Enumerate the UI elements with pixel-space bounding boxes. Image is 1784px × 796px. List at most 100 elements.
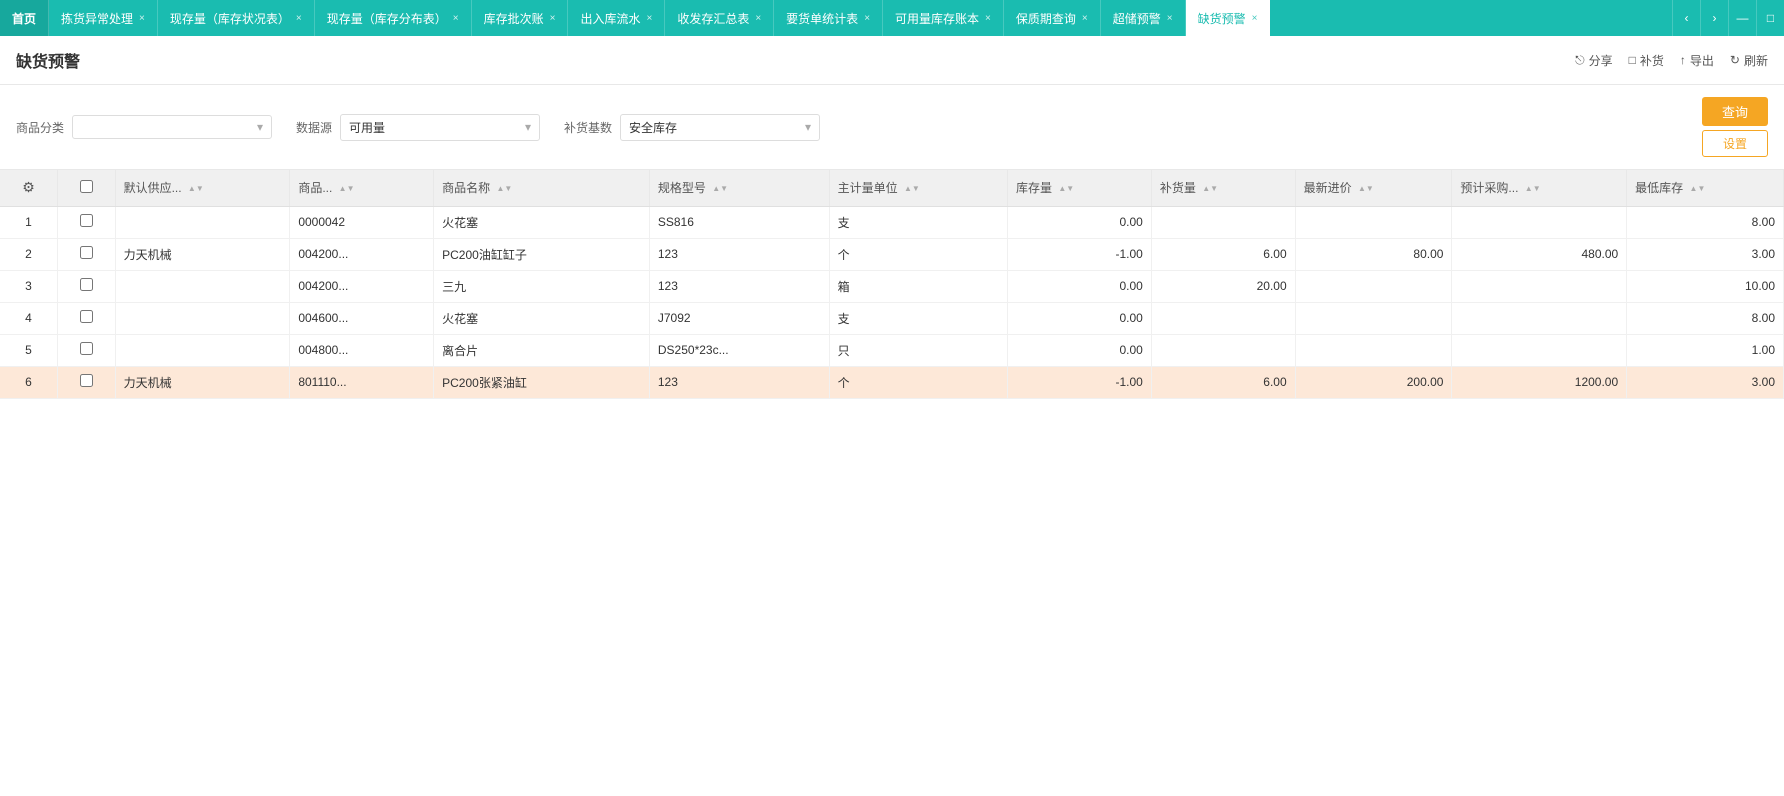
row-checkbox-2[interactable] xyxy=(80,278,93,291)
td-plan-purchase: 1200.00 xyxy=(1452,366,1627,398)
tab-avail-book[interactable]: 可用量库存账本× xyxy=(883,0,1004,36)
td-name: 火花塞 xyxy=(434,206,650,238)
settings-button[interactable]: 设置 xyxy=(1702,130,1768,157)
row-checkbox-0[interactable] xyxy=(80,214,93,227)
minstock-sort-icon[interactable]: ▲▼ xyxy=(1690,185,1706,193)
tab-pick-error[interactable]: 拣货异常处理× xyxy=(49,0,158,36)
page-header: 缺货预警 ⎋ 分享 □ 补货 ↑ 导出 ↻ 刷新 xyxy=(0,36,1784,85)
td-checkbox xyxy=(58,302,116,334)
spec-sort-icon[interactable]: ▲▼ xyxy=(712,185,728,193)
td-stock: 0.00 xyxy=(1008,270,1152,302)
tab-prev-button[interactable]: ‹ xyxy=(1672,0,1700,36)
td-supplier xyxy=(115,206,290,238)
th-plan-purchase: 预计采购... ▲▼ xyxy=(1452,170,1627,206)
export-icon: ↑ xyxy=(1680,53,1686,67)
td-supplier: 力天机械 xyxy=(115,366,290,398)
tab-label-shortage: 缺货预警 xyxy=(1198,10,1246,27)
td-code: 004200... xyxy=(290,270,434,302)
code-sort-icon[interactable]: ▲▼ xyxy=(339,185,355,193)
th-checkbox[interactable] xyxy=(58,170,116,206)
td-unit: 个 xyxy=(829,366,1007,398)
table-row: 6力天机械801110...PC200张紧油缸123个-1.006.00200.… xyxy=(0,366,1784,398)
query-button[interactable]: 查询 xyxy=(1702,97,1768,126)
td-spec: DS250*23c... xyxy=(649,334,829,366)
row-checkbox-5[interactable] xyxy=(80,374,93,387)
datasource-chevron-icon: ▾ xyxy=(525,120,531,134)
tab-close-pick-error[interactable]: × xyxy=(139,13,145,24)
tab-close-inv-flow[interactable]: × xyxy=(646,13,652,24)
td-seq: 3 xyxy=(0,270,58,302)
td-code: 004200... xyxy=(290,238,434,270)
price-sort-icon[interactable]: ▲▼ xyxy=(1358,185,1374,193)
td-code: 004600... xyxy=(290,302,434,334)
table-row: 3004200...三九123箱0.0020.0010.00 xyxy=(0,270,1784,302)
th-settings[interactable]: ⚙ xyxy=(0,170,58,206)
tab-close-avail-book[interactable]: × xyxy=(985,13,991,24)
tab-close-inv-batch[interactable]: × xyxy=(550,13,556,24)
name-sort-icon[interactable]: ▲▼ xyxy=(497,185,513,193)
tab-maximize-button[interactable]: □ xyxy=(1756,0,1784,36)
stock-sort-icon[interactable]: ▲▼ xyxy=(1058,185,1074,193)
td-supplier xyxy=(115,270,290,302)
td-latest-price: 200.00 xyxy=(1295,366,1452,398)
td-spec: J7092 xyxy=(649,302,829,334)
td-seq: 1 xyxy=(0,206,58,238)
replenish-sort-icon[interactable]: ▲▼ xyxy=(1202,185,1218,193)
tab-shortage[interactable]: 缺货预警 × xyxy=(1186,0,1271,36)
th-supplier: 默认供应... ▲▼ xyxy=(115,170,290,206)
datasource-select[interactable]: 可用量 ▾ xyxy=(340,114,540,141)
tab-close-order-stat[interactable]: × xyxy=(864,13,870,24)
refresh-button[interactable]: ↻ 刷新 xyxy=(1730,52,1768,69)
tab-close-overstock[interactable]: × xyxy=(1167,13,1173,24)
td-code: 0000042 xyxy=(290,206,434,238)
td-plan-purchase xyxy=(1452,334,1627,366)
th-replenish: 补货量 ▲▼ xyxy=(1151,170,1295,206)
table-row: 2力天机械004200...PC200油缸缸子123个-1.006.0080.0… xyxy=(0,238,1784,270)
tab-home[interactable]: 首页 xyxy=(0,0,49,36)
select-all-checkbox[interactable] xyxy=(80,180,93,193)
tab-close-recv-sum[interactable]: × xyxy=(755,13,761,24)
replenish-select[interactable]: 安全库存 ▾ xyxy=(620,114,820,141)
replenish-label: 补货基数 xyxy=(564,119,612,136)
plan-sort-icon[interactable]: ▲▼ xyxy=(1525,185,1541,193)
replenish-button[interactable]: □ 补货 xyxy=(1629,52,1664,69)
td-unit: 个 xyxy=(829,238,1007,270)
tab-close-expiry[interactable]: × xyxy=(1082,13,1088,24)
tab-inv-status[interactable]: 现存量（库存状况表）× xyxy=(158,0,315,36)
tab-inv-flow[interactable]: 出入库流水× xyxy=(568,0,665,36)
row-checkbox-4[interactable] xyxy=(80,342,93,355)
td-seq: 4 xyxy=(0,302,58,334)
export-button[interactable]: ↑ 导出 xyxy=(1680,52,1714,69)
td-checkbox xyxy=(58,334,116,366)
td-checkbox xyxy=(58,206,116,238)
category-filter-group: 商品分类 ▾ xyxy=(16,115,272,139)
td-seq: 6 xyxy=(0,366,58,398)
category-select[interactable]: ▾ xyxy=(72,115,272,139)
td-min-stock: 10.00 xyxy=(1627,270,1784,302)
row-checkbox-3[interactable] xyxy=(80,310,93,323)
td-replenish: 6.00 xyxy=(1151,366,1295,398)
tab-overstock[interactable]: 超储预警× xyxy=(1101,0,1186,36)
td-plan-purchase xyxy=(1452,302,1627,334)
tab-recv-sum[interactable]: 收发存汇总表× xyxy=(665,0,774,36)
supplier-sort-icon[interactable]: ▲▼ xyxy=(188,185,204,193)
tab-close-inv-dist[interactable]: × xyxy=(453,13,459,24)
unit-sort-icon[interactable]: ▲▼ xyxy=(904,185,920,193)
tab-close-shortage[interactable]: × xyxy=(1252,13,1258,24)
td-spec: 123 xyxy=(649,366,829,398)
tab-expiry[interactable]: 保质期查询× xyxy=(1004,0,1101,36)
tab-close-inv-status[interactable]: × xyxy=(296,13,302,24)
td-stock: -1.00 xyxy=(1008,238,1152,270)
tab-order-stat[interactable]: 要货单统计表× xyxy=(774,0,883,36)
row-checkbox-1[interactable] xyxy=(80,246,93,259)
tab-inv-batch[interactable]: 库存批次账× xyxy=(472,0,569,36)
tab-next-button[interactable]: › xyxy=(1700,0,1728,36)
td-plan-purchase: 480.00 xyxy=(1452,238,1627,270)
td-latest-price xyxy=(1295,270,1452,302)
tab-minimize-button[interactable]: — xyxy=(1728,0,1756,36)
tab-inv-dist[interactable]: 现存量（库存分布表） × xyxy=(315,0,472,36)
table-header-row: ⚙ 默认供应... ▲▼ 商品... ▲▼ 商品名称 xyxy=(0,170,1784,206)
share-button[interactable]: ⎋ 分享 xyxy=(1575,52,1613,69)
tab-label-inv-dist: 现存量（库存分布表） xyxy=(327,10,447,27)
tab-label-home: 首页 xyxy=(12,10,36,27)
